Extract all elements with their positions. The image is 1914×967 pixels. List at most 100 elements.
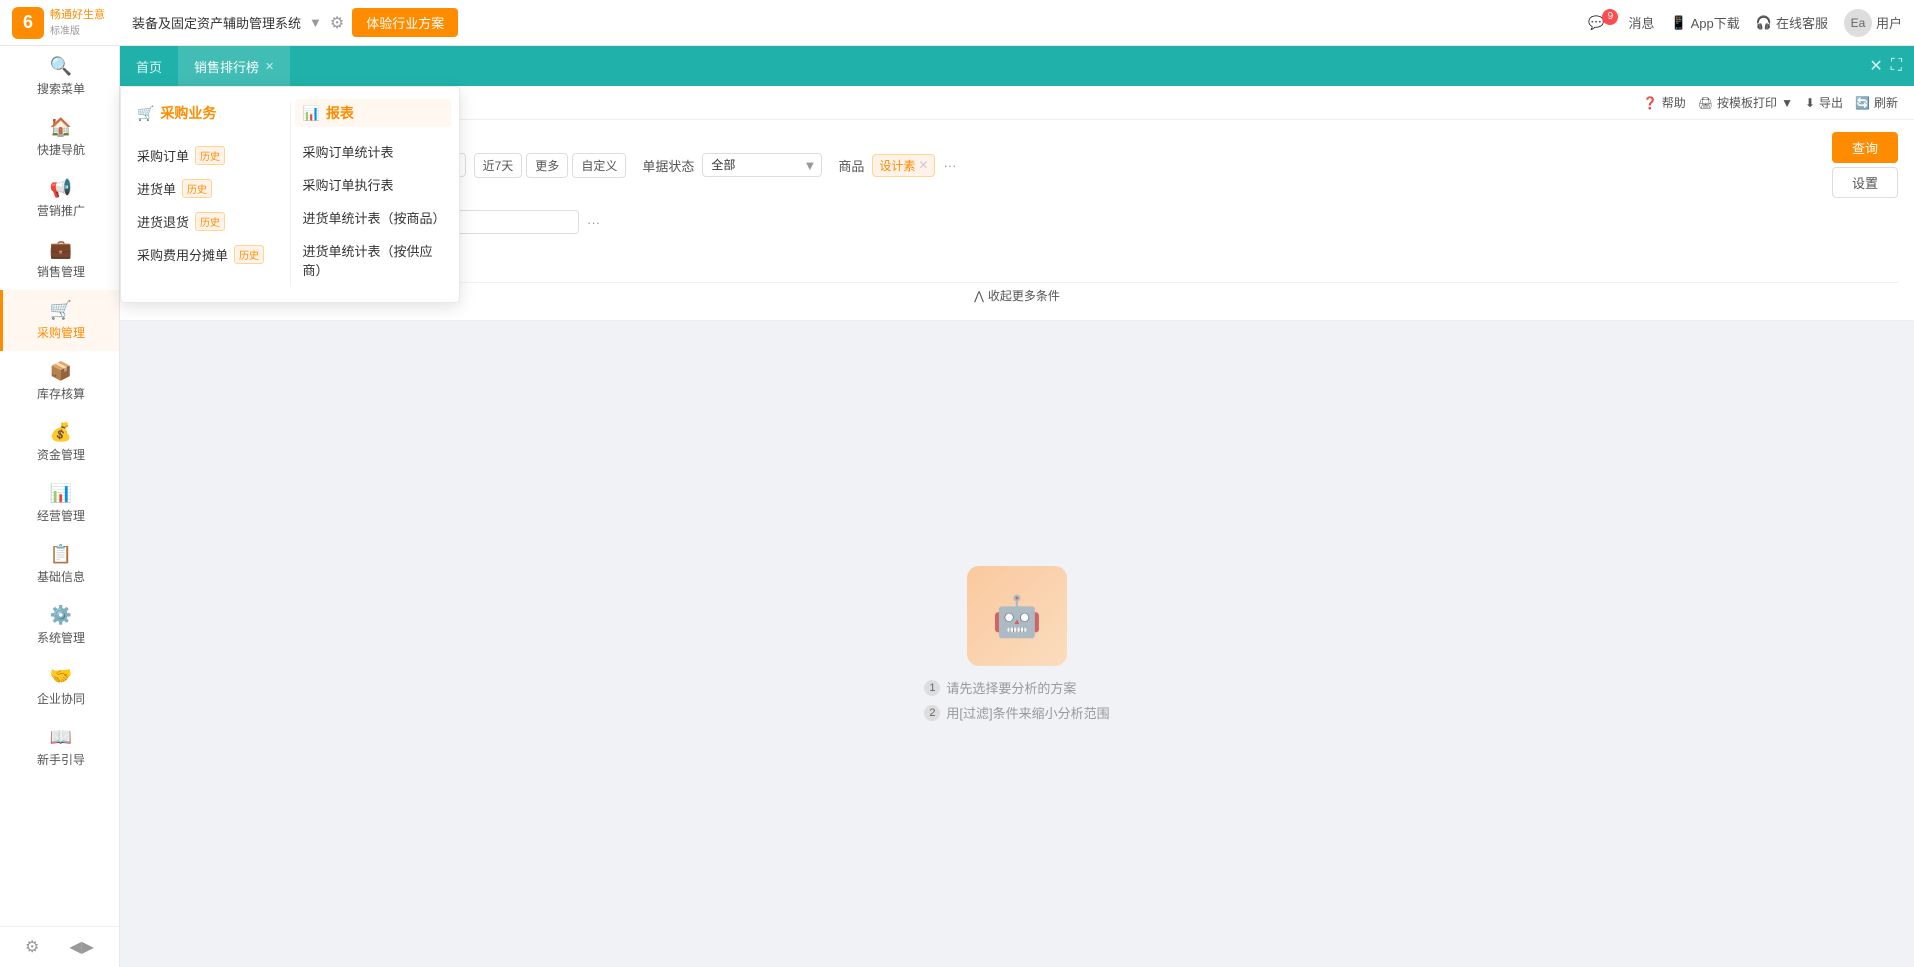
sidebar-label-nav: 快捷导航 (37, 141, 85, 158)
sidebar-item-finance[interactable]: 💰 资金管理 (0, 412, 119, 473)
goods-filter-dots-icon[interactable]: ··· (943, 158, 956, 173)
export-btn[interactable]: ⬇ 导出 (1805, 94, 1843, 111)
dropdown-item-return[interactable]: 进货退货 历史 (137, 205, 278, 238)
purchase-icon: 🛒 (50, 300, 72, 321)
goods-filter-label: 商品 (838, 156, 864, 175)
dropdown-arrow-icon[interactable]: ▼ (309, 15, 322, 30)
incoming-label: 进货单 (137, 179, 176, 198)
main-layout: 🔍 搜索菜单 🏠 快捷导航 📢 营销推广 💼 销售管理 🛒 采购管理 📦 库存核… (0, 46, 1914, 967)
date-btn-more[interactable]: 更多 (526, 153, 568, 178)
message-badge: 9 (1602, 9, 1618, 25)
basic-info-icon: 📋 (50, 544, 72, 565)
avatar: Ea (1844, 9, 1872, 37)
date-btn-7days[interactable]: 近7天 (474, 153, 523, 178)
sidebar-label-inventory: 库存核算 (37, 385, 85, 402)
sidebar-item-marketing[interactable]: 📢 营销推广 (0, 168, 119, 229)
sidebar-item-system[interactable]: ⚙️ 系统管理 (0, 595, 119, 656)
header-system: 装备及固定资产辅助管理系统 ▼ ⚙ 体验行业方案 (132, 8, 1588, 37)
sidebar-item-operations[interactable]: 📊 经营管理 (0, 473, 119, 534)
print-label: 按模板打印 (1717, 94, 1777, 111)
sidebar-label-search: 搜索菜单 (37, 80, 85, 97)
hist-tag-1: 历史 (182, 179, 212, 198)
tab-close-icon[interactable]: ✕ (265, 60, 274, 73)
dropdown-menu: 🛒 采购业务 采购订单 历史 进货单 历史 进货退货 历史 采购费用分摊单 历史 (120, 86, 460, 303)
dropdown-col-report: 📊 报表 采购订单统计表 采购订单执行表 进货单统计表（按商品） 进货单统计表（… (303, 103, 444, 286)
goods-tag-text: 设计素 (879, 157, 915, 174)
report-menu-icon: 📊 (303, 105, 320, 122)
dropdown-item-report-2[interactable]: 采购订单执行表 (303, 168, 444, 201)
goods-filter-group: 商品 设计素 ✕ ··· (838, 154, 956, 177)
refresh-icon: 🔄 (1855, 96, 1870, 110)
dropdown-col-purchase: 🛒 采购业务 采购订单 历史 进货单 历史 进货退货 历史 采购费用分摊单 历史 (137, 103, 278, 286)
settings-button[interactable]: 设置 (1832, 167, 1898, 198)
collapse-sidebar-icon[interactable]: ◀▶ (69, 937, 94, 957)
tab-home[interactable]: 首页 (120, 46, 178, 86)
empty-tip-2-text: 用[过滤]条件来缩小分析范围 (946, 703, 1109, 722)
tab-sales-ranking[interactable]: 销售排行榜 ✕ (178, 46, 290, 86)
salesman-dots-icon[interactable]: ··· (587, 215, 600, 230)
tab-bar: 首页 销售排行榜 ✕ ✕ ⛶ (120, 46, 1914, 86)
sidebar-item-sales[interactable]: 💼 销售管理 (0, 229, 119, 290)
empty-tip-1: 1 请先选择要分析的方案 (924, 678, 1109, 697)
dropdown-item-report-4[interactable]: 进货单统计表（按供应商） (303, 234, 444, 286)
gear-icon[interactable]: ⚙ (330, 13, 344, 33)
empty-tips: 1 请先选择要分析的方案 2 用[过滤]条件来缩小分析范围 (924, 678, 1109, 722)
app-download-label: App下载 (1691, 13, 1740, 32)
app-download-item[interactable]: 📱 App下载 (1670, 13, 1739, 32)
sidebar-item-guide[interactable]: 📖 新手引导 (0, 717, 119, 778)
sidebar-item-nav[interactable]: 🏠 快捷导航 (0, 107, 119, 168)
empty-state: 🤖 1 请先选择要分析的方案 2 用[过滤]条件来缩小分析范围 (120, 321, 1914, 967)
sidebar-item-search[interactable]: 🔍 搜索菜单 (0, 46, 119, 107)
logo-text: 畅通好生意 标准版 (50, 8, 105, 37)
tab-home-label: 首页 (136, 57, 162, 76)
sidebar-item-enterprise[interactable]: 🤝 企业协同 (0, 656, 119, 717)
sidebar-item-basic-info[interactable]: 📋 基础信息 (0, 534, 119, 595)
dropdown-item-incoming[interactable]: 进货单 历史 (137, 172, 278, 205)
top-header: 6 畅通好生意 标准版 装备及固定资产辅助管理系统 ▼ ⚙ 体验行业方案 💬 9… (0, 0, 1914, 46)
message-item[interactable]: 💬 9 消息 (1588, 13, 1654, 32)
sidebar-label-marketing: 营销推广 (37, 202, 85, 219)
date-btn-custom[interactable]: 自定义 (572, 153, 626, 178)
help-label: 帮助 (1662, 94, 1686, 111)
refresh-label: 刷新 (1874, 94, 1898, 111)
goods-tag: 设计素 ✕ (872, 154, 935, 177)
date-shortcuts: 近7天 更多 自定义 (474, 153, 627, 178)
dropdown-item-report-3[interactable]: 进货单统计表（按商品） (303, 201, 444, 234)
sidebar-label-system: 系统管理 (37, 629, 85, 646)
expense-label: 采购费用分摊单 (137, 245, 228, 264)
action-btn-group: 查询 设置 (1832, 132, 1898, 198)
mobile-icon: 📱 (1670, 15, 1686, 31)
operations-icon: 📊 (50, 483, 72, 504)
logo-icon: 6 (12, 7, 44, 39)
voucher-status-select[interactable]: 全部 (702, 153, 822, 177)
dropdown-item-purchase-order[interactable]: 采购订单 历史 (137, 139, 278, 172)
goods-tag-close-icon[interactable]: ✕ (918, 158, 928, 172)
help-icon: ❓ (1643, 96, 1658, 110)
online-service-label: 在线客服 (1776, 13, 1828, 32)
print-dropdown-icon[interactable]: ▼ (1781, 96, 1793, 110)
sidebar-label-purchase: 采购管理 (37, 324, 85, 341)
tab-expand-icon[interactable]: ⛶ (1891, 57, 1902, 75)
online-service-item[interactable]: 🎧 在线客服 (1756, 13, 1828, 32)
tab-close-all-icon[interactable]: ✕ (1869, 56, 1882, 76)
sidebar-label-enterprise: 企业协同 (37, 690, 85, 707)
dropdown-item-report-1[interactable]: 采购订单统计表 (303, 135, 444, 168)
industry-btn[interactable]: 体验行业方案 (352, 8, 458, 37)
dropdown-item-expense[interactable]: 采购费用分摊单 历史 (137, 238, 278, 271)
query-button[interactable]: 查询 (1832, 132, 1898, 163)
user-item[interactable]: Ea 用户 (1844, 9, 1902, 37)
sidebar-item-purchase[interactable]: 🛒 采购管理 (0, 290, 119, 351)
help-btn[interactable]: ❓ 帮助 (1643, 94, 1686, 111)
print-btn[interactable]: 🖨 按模板打印 ▼ (1698, 94, 1793, 111)
settings-bottom-icon[interactable]: ⚙ (25, 937, 39, 957)
enterprise-icon: 🤝 (50, 666, 72, 687)
refresh-btn[interactable]: 🔄 刷新 (1855, 94, 1898, 111)
sidebar-item-inventory[interactable]: 📦 库存核算 (0, 351, 119, 412)
tab-sales-ranking-label: 销售排行榜 (194, 57, 259, 76)
empty-tip-1-text: 请先选择要分析的方案 (946, 678, 1076, 697)
voucher-status-label: 单据状态 (642, 156, 694, 175)
guide-icon: 📖 (50, 727, 72, 748)
empty-illustration: 🤖 (967, 566, 1067, 666)
report-3-label: 进货单统计表（按商品） (303, 208, 444, 227)
system-name: 装备及固定资产辅助管理系统 (132, 13, 301, 32)
